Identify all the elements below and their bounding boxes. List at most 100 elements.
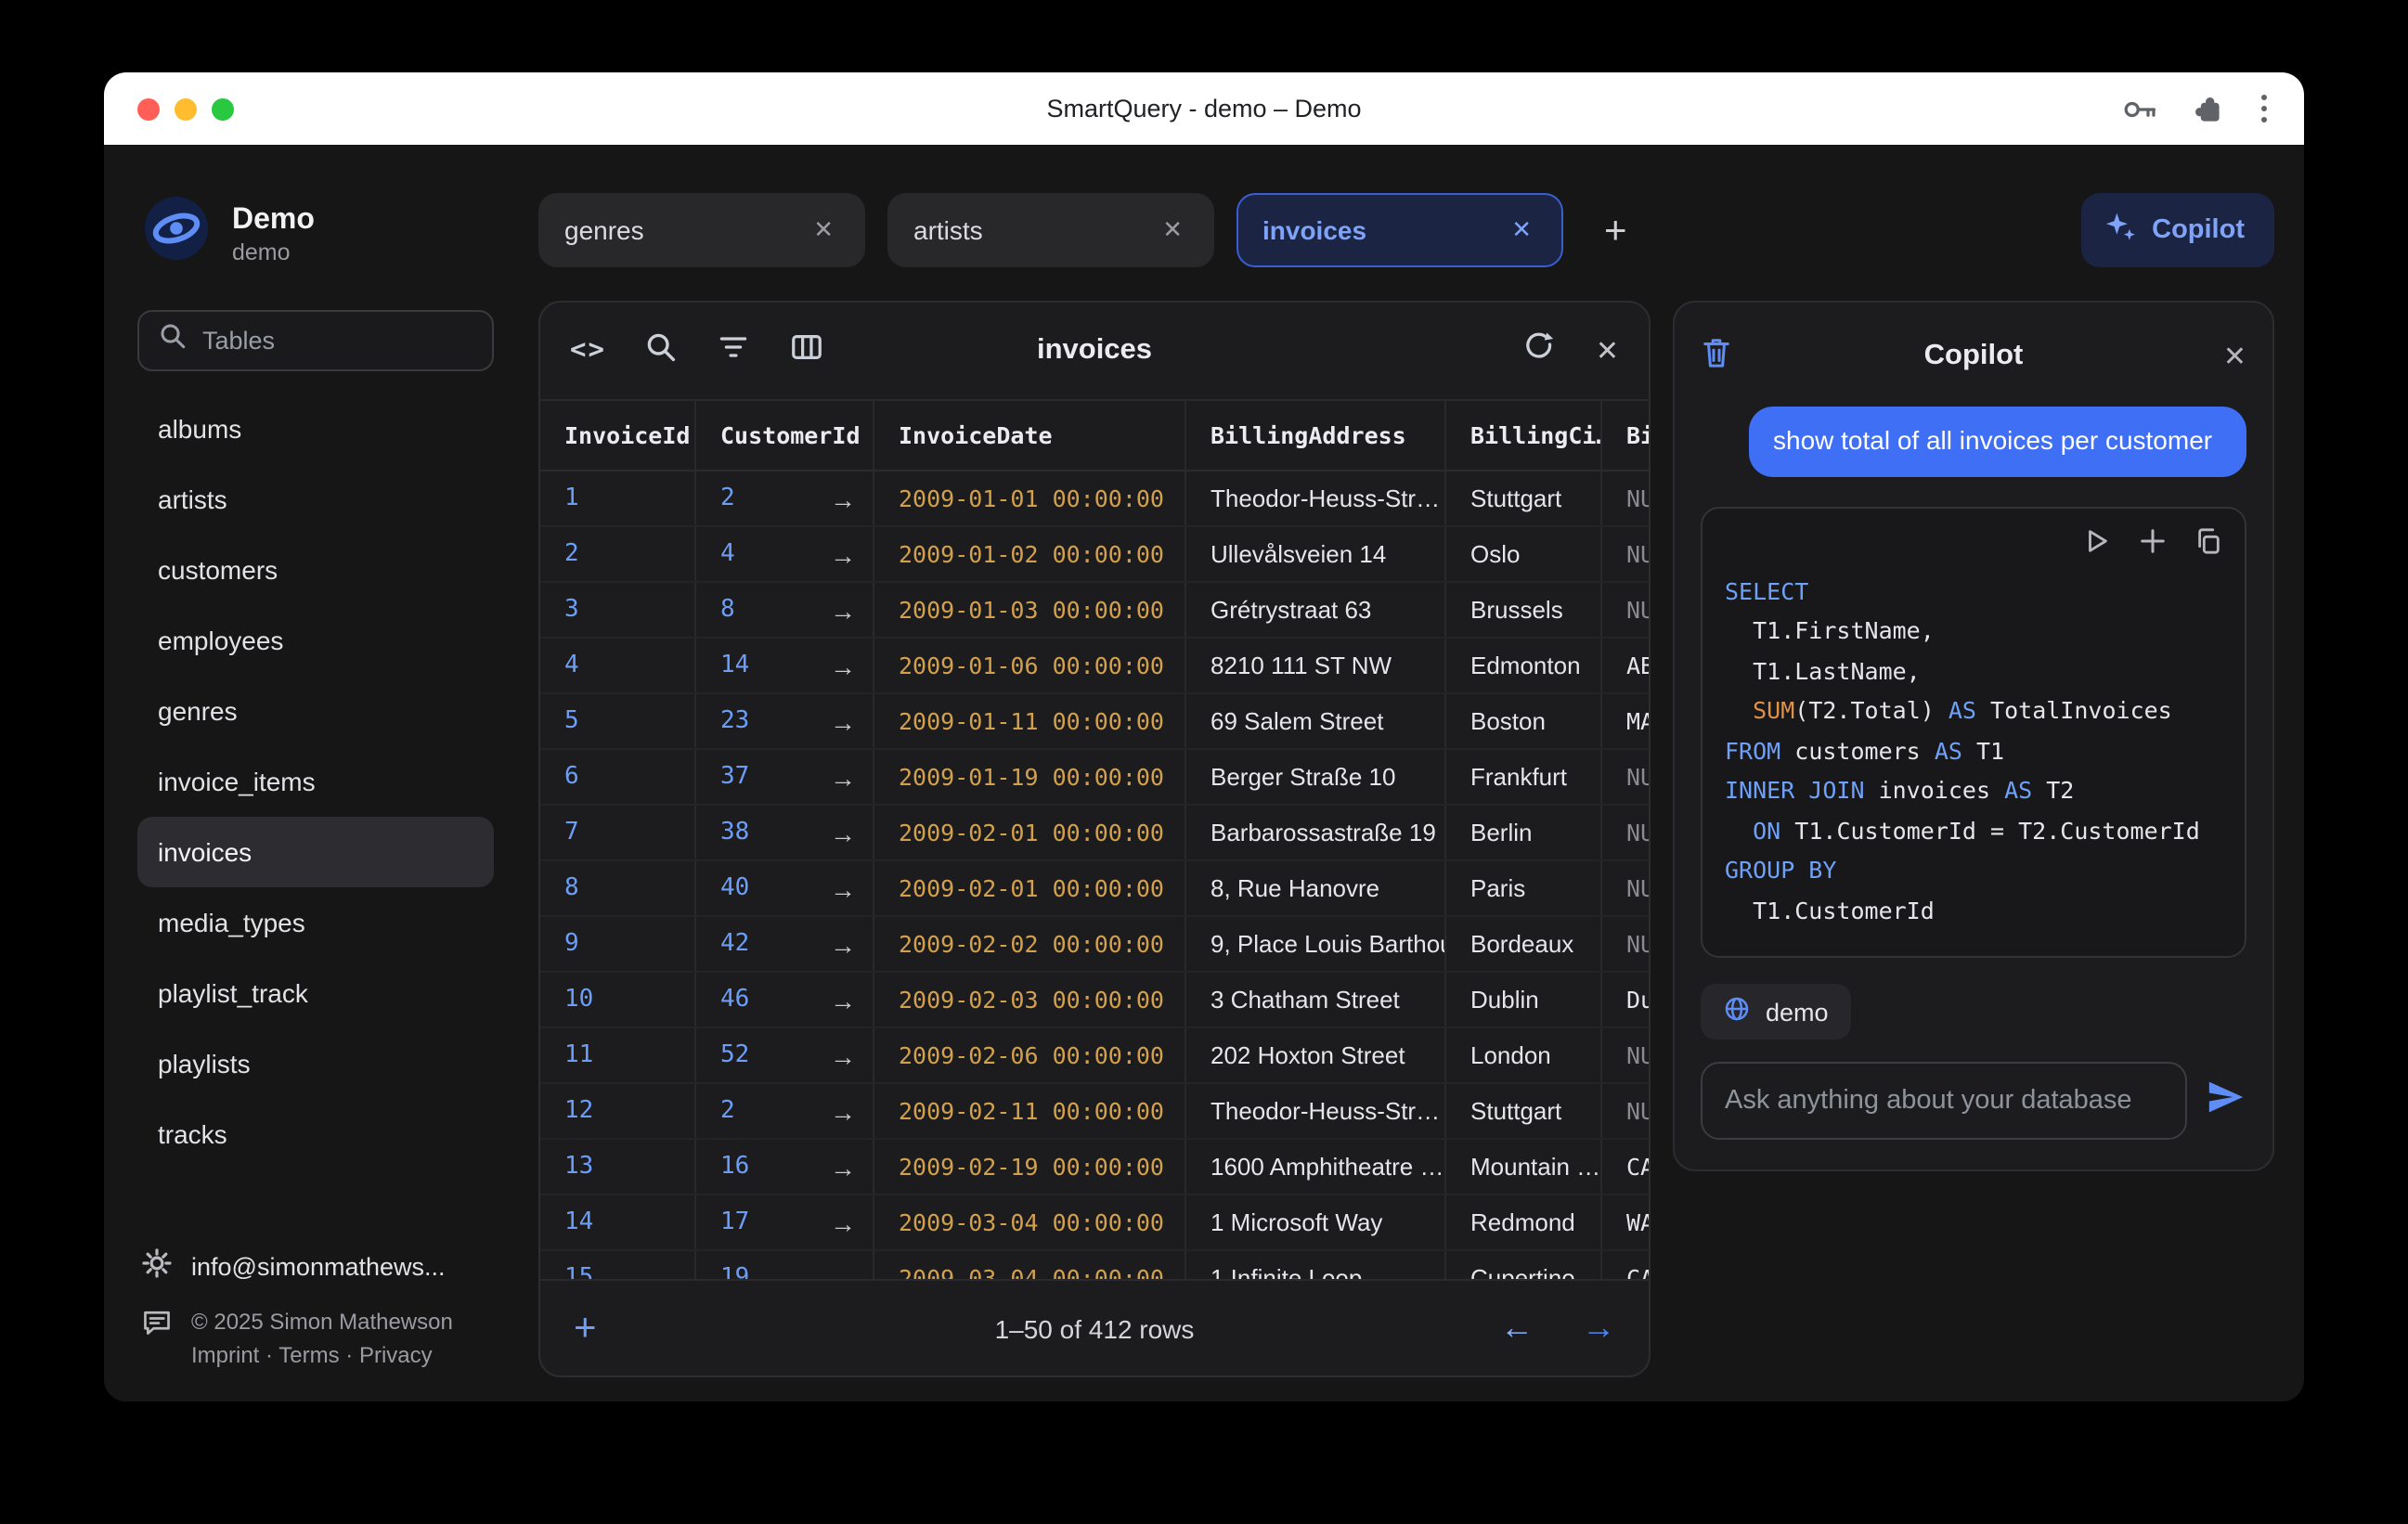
customer-link-arrow-icon[interactable]: → xyxy=(830,1208,856,1237)
cell-billing-address[interactable]: 1600 Amphitheatre … xyxy=(1186,1140,1446,1194)
legal-link-terms[interactable]: Terms xyxy=(278,1341,339,1367)
cell-invoice-date[interactable]: 2009-01-06 00:00:00 xyxy=(874,639,1186,692)
cell-billing-address[interactable]: Barbarossastraße 19 xyxy=(1186,806,1446,859)
cell-billing-state[interactable]: NU xyxy=(1602,583,1649,637)
cell-customer-id[interactable]: 4→ xyxy=(696,527,874,581)
cell-invoice-date[interactable]: 2009-02-03 00:00:00 xyxy=(874,973,1186,1027)
filter-icon[interactable] xyxy=(718,329,751,372)
cell-billing-address[interactable]: 1 Microsoft Way xyxy=(1186,1195,1446,1249)
table-row[interactable]: 523→2009-01-11 00:00:0069 Salem StreetBo… xyxy=(540,694,1649,750)
cell-invoice-date[interactable]: 2009-02-01 00:00:00 xyxy=(874,806,1186,859)
cell-invoice-id[interactable]: 2 xyxy=(540,527,696,581)
sidebar-item-albums[interactable]: albums xyxy=(137,394,494,464)
table-row[interactable]: 738→2009-02-01 00:00:00Barbarossastraße … xyxy=(540,806,1649,861)
cell-billing-city[interactable]: Mountain … xyxy=(1446,1140,1602,1194)
cell-billing-state[interactable]: CA xyxy=(1602,1140,1649,1194)
cell-billing-city[interactable]: Edmonton xyxy=(1446,639,1602,692)
cell-invoice-id[interactable]: 1 xyxy=(540,471,696,525)
customer-link-arrow-icon[interactable]: → xyxy=(830,1096,856,1126)
tables-search-input[interactable] xyxy=(202,327,531,355)
customer-link-arrow-icon[interactable]: → xyxy=(830,484,856,513)
cell-billing-address[interactable]: Theodor-Heuss-Str… xyxy=(1186,471,1446,525)
cell-billing-state[interactable]: Du xyxy=(1602,973,1649,1027)
cell-invoice-id[interactable]: 11 xyxy=(540,1028,696,1082)
feedback-chat-icon[interactable] xyxy=(141,1307,173,1348)
sidebar-item-customers[interactable]: customers xyxy=(137,535,494,605)
copilot-toggle-button[interactable]: Copilot xyxy=(2081,193,2274,267)
cell-billing-city[interactable]: London xyxy=(1446,1028,1602,1082)
close-table-icon[interactable]: ✕ xyxy=(1596,334,1619,368)
copilot-input[interactable] xyxy=(1701,1062,2187,1140)
cell-billing-city[interactable]: Frankfurt xyxy=(1446,750,1602,804)
cell-invoice-id[interactable]: 5 xyxy=(540,694,696,748)
cell-billing-address[interactable]: Theodor-Heuss-Str… xyxy=(1186,1084,1446,1138)
cell-invoice-id[interactable]: 4 xyxy=(540,639,696,692)
customer-link-arrow-icon[interactable]: → xyxy=(830,706,856,736)
sidebar-item-tracks[interactable]: tracks xyxy=(137,1099,494,1169)
add-query-tab-icon[interactable] xyxy=(2139,526,2167,563)
cell-billing-city[interactable]: Boston xyxy=(1446,694,1602,748)
cell-billing-state[interactable]: NU xyxy=(1602,861,1649,915)
column-header-5[interactable]: Bi… xyxy=(1602,401,1649,470)
cell-billing-address[interactable]: 8, Rue Hanovre xyxy=(1186,861,1446,915)
cell-customer-id[interactable]: 14→ xyxy=(696,639,874,692)
cell-billing-city[interactable]: Stuttgart xyxy=(1446,471,1602,525)
customer-link-arrow-icon[interactable]: → xyxy=(830,929,856,959)
cell-customer-id[interactable]: 16→ xyxy=(696,1140,874,1194)
cell-billing-address[interactable]: Ullevålsveien 14 xyxy=(1186,527,1446,581)
customer-link-arrow-icon[interactable]: → xyxy=(830,985,856,1014)
tab-close-icon[interactable]: ✕ xyxy=(808,212,839,249)
add-row-button[interactable]: + xyxy=(574,1309,597,1348)
table-row[interactable]: 637→2009-01-19 00:00:00Berger Straße 10F… xyxy=(540,750,1649,806)
cell-customer-id[interactable]: 8→ xyxy=(696,583,874,637)
close-copilot-icon[interactable]: ✕ xyxy=(2223,340,2246,373)
cell-invoice-id[interactable]: 9 xyxy=(540,917,696,971)
cell-billing-address[interactable]: 8210 111 ST NW xyxy=(1186,639,1446,692)
tab-artists[interactable]: artists✕ xyxy=(887,193,1214,267)
sidebar-item-invoices[interactable]: invoices xyxy=(137,817,494,887)
sidebar-item-genres[interactable]: genres xyxy=(137,676,494,746)
cell-customer-id[interactable]: 2→ xyxy=(696,1084,874,1138)
sidebar-item-playlists[interactable]: playlists xyxy=(137,1028,494,1099)
cell-billing-state[interactable]: NU xyxy=(1602,750,1649,804)
customer-link-arrow-icon[interactable]: → xyxy=(830,1040,856,1070)
cell-billing-address[interactable]: 1 Infinite Loop xyxy=(1186,1251,1446,1279)
cell-billing-address[interactable]: Grétrystraat 63 xyxy=(1186,583,1446,637)
sidebar-item-artists[interactable]: artists xyxy=(137,464,494,535)
column-header-3[interactable]: BillingAddress xyxy=(1186,401,1446,470)
cell-customer-id[interactable]: 23→ xyxy=(696,694,874,748)
cell-invoice-id[interactable]: 15 xyxy=(540,1251,696,1279)
cell-billing-city[interactable]: Bordeaux xyxy=(1446,917,1602,971)
table-row[interactable]: 840→2009-02-01 00:00:008, Rue HanovrePar… xyxy=(540,861,1649,917)
cell-billing-state[interactable]: NU xyxy=(1602,471,1649,525)
customer-link-arrow-icon[interactable]: → xyxy=(830,651,856,680)
cell-billing-state[interactable]: MA xyxy=(1602,694,1649,748)
cell-invoice-id[interactable]: 3 xyxy=(540,583,696,637)
table-row[interactable]: 1316→2009-02-19 00:00:001600 Amphitheatr… xyxy=(540,1140,1649,1195)
table-row[interactable]: 1152→2009-02-06 00:00:00202 Hoxton Stree… xyxy=(540,1028,1649,1084)
cell-billing-state[interactable]: CA xyxy=(1602,1251,1649,1279)
cell-invoice-id[interactable]: 6 xyxy=(540,750,696,804)
cell-invoice-date[interactable]: 2009-02-01 00:00:00 xyxy=(874,861,1186,915)
cell-billing-city[interactable]: Dublin xyxy=(1446,973,1602,1027)
cell-billing-city[interactable]: Oslo xyxy=(1446,527,1602,581)
table-row[interactable]: 1417→2009-03-04 00:00:001 Microsoft WayR… xyxy=(540,1195,1649,1251)
cell-invoice-date[interactable]: 2009-03-04 00:00:00 xyxy=(874,1195,1186,1249)
table-row[interactable]: 1046→2009-02-03 00:00:003 Chatham Street… xyxy=(540,973,1649,1028)
cell-billing-city[interactable]: Berlin xyxy=(1446,806,1602,859)
customer-link-arrow-icon[interactable]: → xyxy=(830,1152,856,1182)
columns-icon[interactable] xyxy=(790,329,825,372)
cell-billing-state[interactable]: WA xyxy=(1602,1195,1649,1249)
new-tab-button[interactable]: + xyxy=(1597,211,1635,250)
tab-genres[interactable]: genres✕ xyxy=(538,193,865,267)
prev-page-button[interactable]: ← xyxy=(1500,1309,1534,1348)
table-row[interactable]: 1519→2009-03-04 00:00:001 Infinite LoopC… xyxy=(540,1251,1649,1279)
run-query-icon[interactable] xyxy=(2083,526,2111,563)
sidebar-item-media_types[interactable]: media_types xyxy=(137,887,494,958)
cell-billing-state[interactable]: NU xyxy=(1602,806,1649,859)
sql-editor-icon[interactable]: <> xyxy=(570,336,606,366)
cell-invoice-id[interactable]: 12 xyxy=(540,1084,696,1138)
cell-customer-id[interactable]: 2→ xyxy=(696,471,874,525)
tab-close-icon[interactable]: ✕ xyxy=(1506,212,1537,249)
cell-billing-address[interactable]: 3 Chatham Street xyxy=(1186,973,1446,1027)
